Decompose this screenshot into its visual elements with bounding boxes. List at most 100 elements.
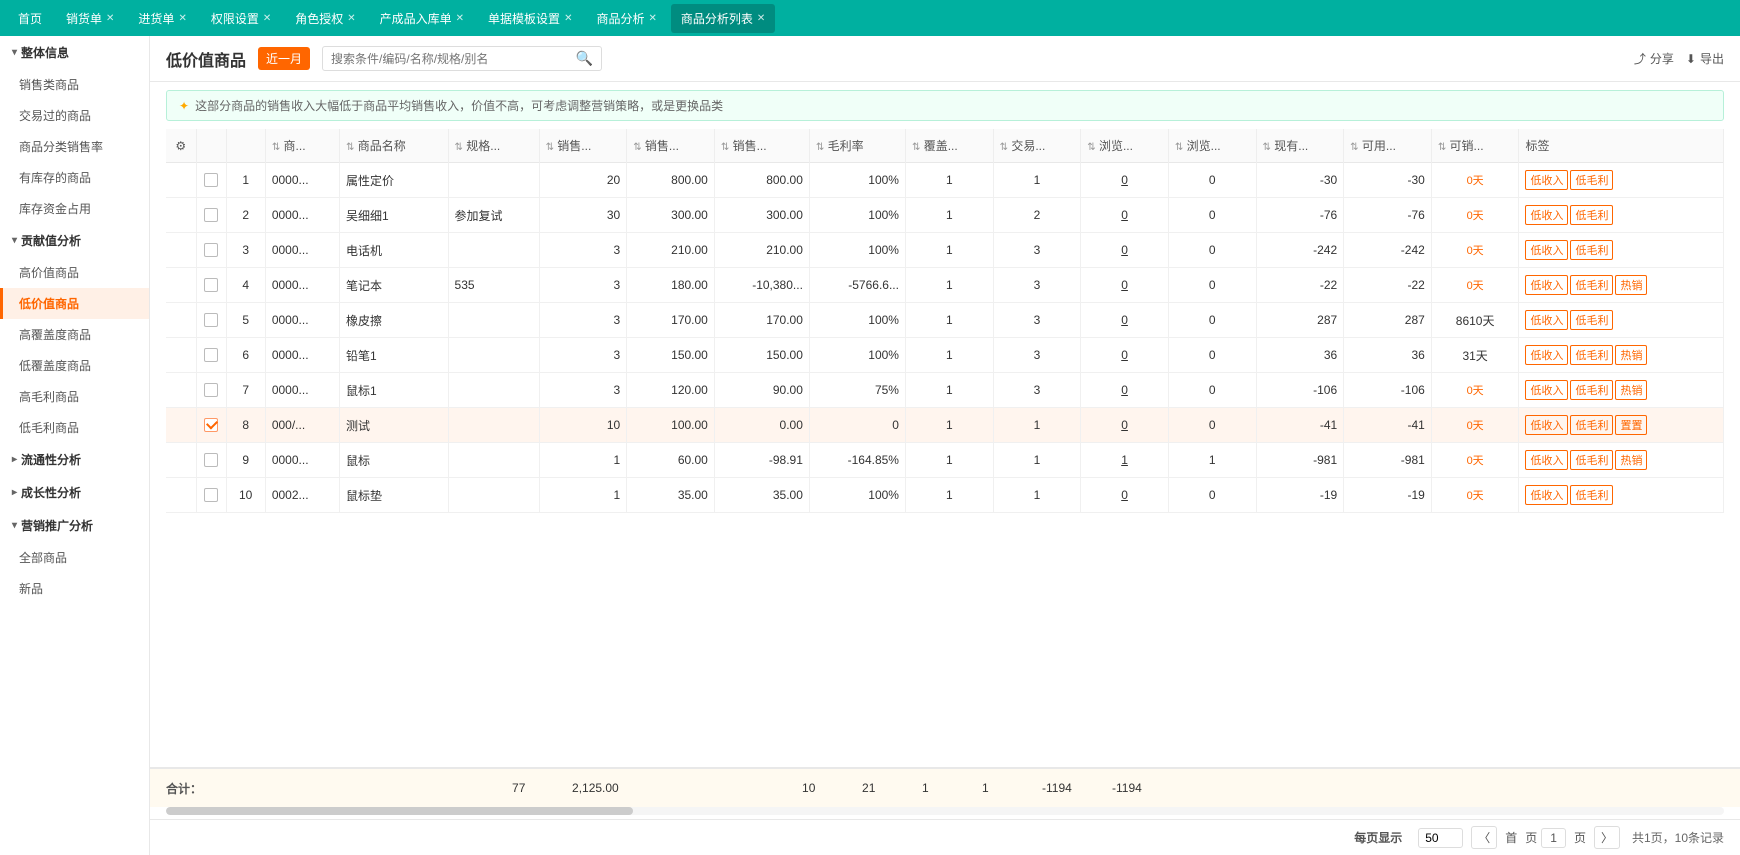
sidebar-item-high-value[interactable]: 高价值商品 — [0, 257, 149, 288]
sidebar-item-high-coverage[interactable]: 高覆盖度商品 — [0, 319, 149, 350]
sidebar-group-contribution[interactable]: ▾ 贡献值分析 — [0, 224, 149, 257]
close-icon-purchase[interactable]: ✕ — [178, 13, 186, 24]
sidebar-item-low-value[interactable]: 低价值商品 — [0, 288, 149, 319]
row-view1[interactable]: 1 — [1081, 443, 1169, 478]
col-code[interactable]: ⇅ 商... — [265, 129, 339, 163]
horizontal-scrollbar[interactable] — [166, 807, 1724, 815]
nav-item-purchase[interactable]: 进货单 ✕ — [128, 4, 196, 33]
row-view1[interactable]: 0 — [1081, 303, 1169, 338]
row-trade: 1 — [993, 408, 1081, 443]
sidebar-item-sales-goods[interactable]: 销售类商品 — [0, 69, 149, 100]
next-page-button[interactable]: 〉 — [1594, 826, 1620, 849]
nav-item-permissions[interactable]: 权限设置 ✕ — [201, 4, 281, 33]
col-spec[interactable]: ⇅ 规格... — [448, 129, 539, 163]
col-view1[interactable]: ⇅ 浏览... — [1081, 129, 1169, 163]
nav-item-roles[interactable]: 角色授权 ✕ — [285, 4, 365, 33]
nav-item-templates[interactable]: 单据模板设置 ✕ — [478, 4, 582, 33]
col-current[interactable]: ⇅ 现有... — [1256, 129, 1344, 163]
sidebar-group-growth[interactable]: ▸ 成长性分析 — [0, 476, 149, 509]
row-view1[interactable]: 0 — [1081, 163, 1169, 198]
col-settings[interactable]: ⚙ — [166, 129, 196, 163]
search-icon[interactable]: 🔍 — [576, 50, 593, 67]
footer-sale-price: 2,125.00 — [566, 777, 646, 799]
col-trade[interactable]: ⇅ 交易... — [993, 129, 1081, 163]
row-view1[interactable]: 0 — [1081, 408, 1169, 443]
col-available[interactable]: ⇅ 可用... — [1344, 129, 1432, 163]
per-page-select[interactable]: 50 100 — [1418, 828, 1463, 848]
sidebar-group-marketing[interactable]: ▾ 营销推广分析 — [0, 509, 149, 542]
row-sale-qty: 1 — [539, 478, 627, 513]
row-tags: 低收入低毛利 — [1519, 303, 1724, 338]
nav-item-products[interactable]: 产成品入库单 ✕ — [370, 4, 474, 33]
col-saleable[interactable]: ⇅ 可销... — [1431, 129, 1519, 163]
footer-trade: 21 — [856, 777, 916, 799]
row-checkbox[interactable] — [196, 338, 226, 373]
sidebar-group-liquidity[interactable]: ▸ 流通性分析 — [0, 443, 149, 476]
row-trade: 1 — [993, 443, 1081, 478]
sidebar-item-high-margin[interactable]: 高毛利商品 — [0, 381, 149, 412]
sidebar-item-stock-capital[interactable]: 库存资金占用 — [0, 193, 149, 224]
sidebar-group-overall[interactable]: ▾ 整体信息 — [0, 36, 149, 69]
row-current: -106 — [1256, 373, 1344, 408]
nav-item-sales[interactable]: 销货单 ✕ — [56, 4, 124, 33]
col-sale-price[interactable]: ⇅ 销售... — [627, 129, 715, 163]
row-checkbox[interactable] — [196, 303, 226, 338]
close-icon-roles[interactable]: ✕ — [347, 13, 355, 24]
col-view2[interactable]: ⇅ 浏览... — [1168, 129, 1256, 163]
row-checkbox[interactable] — [196, 268, 226, 303]
footer-coverage: 10 — [796, 777, 856, 799]
row-checkbox[interactable] — [196, 233, 226, 268]
row-checkbox[interactable] — [196, 443, 226, 478]
close-icon-analysis[interactable]: ✕ — [648, 13, 656, 24]
row-view1[interactable]: 0 — [1081, 373, 1169, 408]
sidebar-item-traded-goods[interactable]: 交易过的商品 — [0, 100, 149, 131]
page-number[interactable]: 1 — [1541, 828, 1566, 848]
col-gross-rate[interactable]: ⇅ 毛利率 — [809, 129, 905, 163]
nav-item-analysis-list[interactable]: 商品分析列表 ✕ — [671, 4, 775, 33]
prev-page-button[interactable]: 〈 — [1471, 826, 1497, 849]
close-icon-analysis-list[interactable]: ✕ — [757, 13, 765, 24]
close-icon-permissions[interactable]: ✕ — [263, 13, 271, 24]
row-view1[interactable]: 0 — [1081, 478, 1169, 513]
footer-sale-qty: 77 — [506, 777, 566, 799]
nav-item-analysis[interactable]: 商品分析 ✕ — [586, 4, 666, 33]
row-checkbox[interactable] — [196, 478, 226, 513]
row-gross-rate: 100% — [809, 163, 905, 198]
sidebar-item-all-goods[interactable]: 全部商品 — [0, 542, 149, 573]
filter-button[interactable]: 近一月 — [258, 47, 310, 70]
row-available: -22 — [1344, 268, 1432, 303]
col-name[interactable]: ⇅ 商品名称 — [339, 129, 448, 163]
row-code: 0002... — [265, 478, 339, 513]
col-sale-qty[interactable]: ⇅ 销售... — [539, 129, 627, 163]
row-number: 9 — [226, 443, 265, 478]
row-gross-rate: -164.85% — [809, 443, 905, 478]
sidebar-item-stock-goods[interactable]: 有库存的商品 — [0, 162, 149, 193]
row-checkbox[interactable] — [196, 198, 226, 233]
close-icon-sales[interactable]: ✕ — [106, 13, 114, 24]
col-sale-amount[interactable]: ⇅ 销售... — [714, 129, 809, 163]
row-sale-price: 120.00 — [627, 373, 715, 408]
row-checkbox[interactable] — [196, 408, 226, 443]
close-icon-products[interactable]: ✕ — [456, 13, 464, 24]
share-button[interactable]: ⤴ 分享 — [1634, 50, 1674, 67]
col-coverage[interactable]: ⇅ 覆盖... — [905, 129, 993, 163]
export-button[interactable]: ⬇ 导出 — [1686, 50, 1724, 67]
row-view1[interactable]: 0 — [1081, 233, 1169, 268]
sidebar-item-category-rate[interactable]: 商品分类销售率 — [0, 131, 149, 162]
close-icon-templates[interactable]: ✕ — [564, 13, 572, 24]
row-checkbox[interactable] — [196, 163, 226, 198]
table-row: 90000...鼠标160.00-98.91-164.85%1111-981-9… — [166, 443, 1724, 478]
search-input[interactable] — [331, 52, 570, 66]
nav-item-home[interactable]: 首页 — [8, 4, 52, 33]
row-trade: 3 — [993, 373, 1081, 408]
row-sale-amount: -10,380... — [714, 268, 809, 303]
sidebar-item-low-margin[interactable]: 低毛利商品 — [0, 412, 149, 443]
notice-text: 这部分商品的销售收入大幅低于商品平均销售收入，价值不高，可考虑调整营销策略，或是… — [195, 97, 723, 114]
sidebar-item-new-goods[interactable]: 新品 — [0, 573, 149, 604]
row-view1[interactable]: 0 — [1081, 268, 1169, 303]
row-checkbox[interactable] — [196, 373, 226, 408]
row-view1[interactable]: 0 — [1081, 338, 1169, 373]
row-view2: 0 — [1168, 233, 1256, 268]
row-view1[interactable]: 0 — [1081, 198, 1169, 233]
sidebar-item-low-coverage[interactable]: 低覆盖度商品 — [0, 350, 149, 381]
